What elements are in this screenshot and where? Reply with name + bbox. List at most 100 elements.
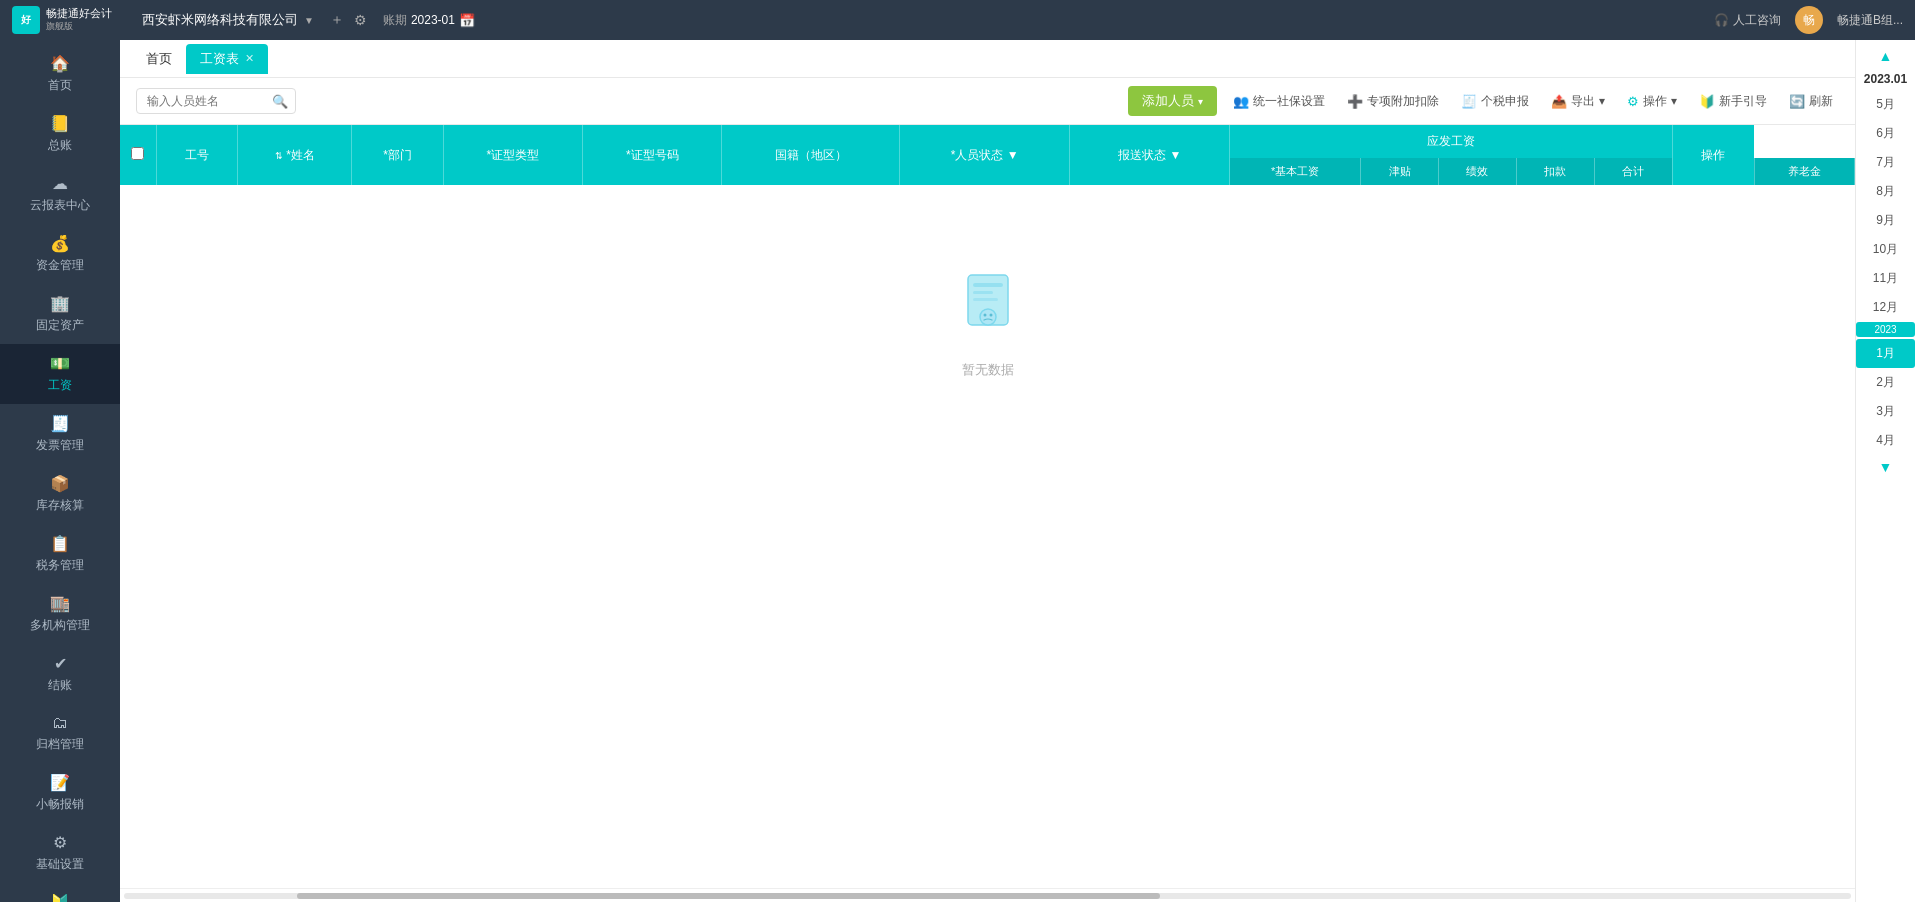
operation-action[interactable]: ⚙ 操作 ▾ — [1621, 89, 1683, 114]
user-avatar: 畅 — [1795, 6, 1823, 34]
select-all-checkbox[interactable] — [131, 147, 144, 160]
home-icon: 🏠 — [50, 54, 70, 73]
th-submit-status[interactable]: 报送状态 ▼ — [1070, 125, 1230, 185]
special-deduct-icon: ➕ — [1347, 94, 1363, 109]
sidebar-item-label: 工资 — [48, 377, 72, 394]
settings-header-icon[interactable]: ⚙ — [354, 12, 367, 28]
sidebar-item-close-account[interactable]: ✔ 结账 — [0, 644, 120, 704]
th-deduction: 扣款 — [1516, 158, 1594, 185]
service-label: 人工咨询 — [1733, 12, 1781, 29]
export-action[interactable]: 📤 导出 ▾ — [1545, 89, 1611, 114]
add-person-button[interactable]: 添加人员 ▾ — [1128, 86, 1217, 116]
export-label: 导出 — [1571, 93, 1595, 110]
app-sub: 旗舰版 — [46, 20, 112, 33]
sidebar-item-label: 发票管理 — [36, 437, 84, 454]
month-item-7[interactable]: 7月 — [1856, 148, 1915, 177]
sidebar-item-assets[interactable]: 🏢 固定资产 — [0, 284, 120, 344]
svg-rect-1 — [973, 283, 1003, 287]
month-item-6[interactable]: 6月 — [1856, 119, 1915, 148]
tab-salary-table[interactable]: 工资表 ✕ — [186, 44, 268, 74]
salary-table: 工号 ⇅ *姓名 *部门 *证型类型 *证型号码 国籍（地区） *人员状态 ▼ … — [120, 125, 1855, 185]
operation-chevron-icon: ▾ — [1671, 94, 1677, 108]
month-item-2[interactable]: 2月 — [1856, 368, 1915, 397]
logo-text-block: 畅捷通好会计 旗舰版 — [46, 7, 112, 33]
add-header-icon[interactable]: ＋ — [330, 11, 344, 29]
add-person-chevron-icon: ▾ — [1198, 96, 1203, 107]
sidebar-item-settings[interactable]: ⚙ 基础设置 — [0, 823, 120, 883]
tab-home[interactable]: 首页 — [132, 44, 186, 74]
ledger-icon: 📒 — [50, 114, 70, 133]
th-nationality: 国籍（地区） — [722, 125, 900, 185]
month-item-10[interactable]: 10月 — [1856, 235, 1915, 264]
tax-report-action[interactable]: 🧾 个税申报 — [1455, 89, 1535, 114]
refresh-action[interactable]: 🔄 刷新 — [1783, 89, 1839, 114]
th-total: 合计 — [1594, 158, 1672, 185]
guide-action-label: 新手引导 — [1719, 93, 1767, 110]
add-person-label: 添加人员 — [1142, 92, 1194, 110]
service-button[interactable]: 🎧 人工咨询 — [1714, 12, 1781, 29]
th-name: ⇅ *姓名 — [238, 125, 352, 185]
empty-icon — [948, 265, 1028, 345]
tab-close-icon[interactable]: ✕ — [245, 52, 254, 65]
sidebar-item-tax[interactable]: 📋 税务管理 — [0, 524, 120, 584]
sidebar-item-invoice[interactable]: 🧾 发票管理 — [0, 404, 120, 464]
svg-point-5 — [983, 314, 986, 317]
month-item-8[interactable]: 8月 — [1856, 177, 1915, 206]
operation-icon: ⚙ — [1627, 94, 1639, 109]
sidebar-item-archive[interactable]: 🗂 归档管理 — [0, 704, 120, 763]
month-item-5[interactable]: 5月 — [1856, 90, 1915, 119]
th-employee-id: 工号 — [156, 125, 238, 185]
social-security-label: 统一社保设置 — [1253, 93, 1325, 110]
scroll-thumb[interactable] — [297, 893, 1161, 899]
sidebar-item-label: 结账 — [48, 677, 72, 694]
tabs-bar: 首页 工资表 ✕ — [120, 40, 1855, 78]
panel-up-arrow[interactable]: ▲ — [1875, 44, 1897, 68]
bottom-scroll[interactable] — [120, 888, 1855, 902]
tax-icon: 📋 — [50, 534, 70, 553]
sidebar-item-label: 总账 — [48, 137, 72, 154]
refresh-label: 刷新 — [1809, 93, 1833, 110]
month-item-12[interactable]: 12月 — [1856, 293, 1915, 322]
current-period-display: 2023.01 — [1860, 68, 1911, 90]
calendar-icon[interactable]: 📅 — [459, 13, 475, 28]
refresh-icon: 🔄 — [1789, 94, 1805, 109]
special-deduct-action[interactable]: ➕ 专项附加扣除 — [1341, 89, 1445, 114]
social-security-icon: 👥 — [1233, 94, 1249, 109]
guide-action-icon: 🔰 — [1699, 94, 1715, 109]
sidebar-item-multi-org[interactable]: 🏬 多机构管理 — [0, 584, 120, 644]
company-selector[interactable]: 西安虾米网络科技有限公司 ▼ — [142, 11, 314, 29]
sidebar-item-label: 库存核算 — [36, 497, 84, 514]
th-performance: 绩效 — [1438, 158, 1516, 185]
year-badge-2023: 2023 — [1856, 322, 1915, 337]
th-allowance: 津贴 — [1361, 158, 1439, 185]
sidebar-item-inventory[interactable]: 📦 库存核算 — [0, 464, 120, 524]
panel-down-arrow[interactable]: ▼ — [1875, 455, 1897, 479]
search-icon[interactable]: 🔍 — [272, 94, 288, 109]
th-pension: 养老金 — [1754, 158, 1854, 185]
month-item-11[interactable]: 11月 — [1856, 264, 1915, 293]
th-basic-salary: *基本工资 — [1230, 158, 1361, 185]
guide-icon: 🔰 — [50, 893, 70, 902]
sidebar-item-salary[interactable]: 💵 工资 — [0, 344, 120, 404]
month-item-4[interactable]: 4月 — [1856, 426, 1915, 455]
sidebar-item-fund[interactable]: 💰 资金管理 — [0, 224, 120, 284]
export-chevron-icon: ▾ — [1599, 94, 1605, 108]
month-item-9[interactable]: 9月 — [1856, 206, 1915, 235]
guide-action[interactable]: 🔰 新手引导 — [1693, 89, 1773, 114]
user-name[interactable]: 畅捷通B组... — [1837, 12, 1903, 29]
special-deduct-label: 专项附加扣除 — [1367, 93, 1439, 110]
sidebar-item-expense[interactable]: 📝 小畅报销 — [0, 763, 120, 823]
sidebar-item-guide[interactable]: 🔰 新手引导 — [0, 883, 120, 902]
th-checkbox[interactable] — [120, 125, 156, 185]
th-person-status[interactable]: *人员状态 ▼ — [900, 125, 1070, 185]
sidebar: 🏠 首页 📒 总账 ☁ 云报表中心 💰 资金管理 🏢 固定资产 💵 工资 🧾 发… — [0, 40, 120, 902]
sidebar-item-home[interactable]: 🏠 首页 — [0, 44, 120, 104]
headset-icon: 🎧 — [1714, 13, 1729, 27]
sidebar-item-cloud-report[interactable]: ☁ 云报表中心 — [0, 164, 120, 224]
social-security-action[interactable]: 👥 统一社保设置 — [1227, 89, 1331, 114]
scroll-track[interactable] — [124, 893, 1851, 899]
month-item-1-active[interactable]: 1月 — [1856, 339, 1915, 368]
month-item-3[interactable]: 3月 — [1856, 397, 1915, 426]
logo-area: 好 畅捷通好会计 旗舰版 — [12, 6, 132, 34]
sidebar-item-ledger[interactable]: 📒 总账 — [0, 104, 120, 164]
